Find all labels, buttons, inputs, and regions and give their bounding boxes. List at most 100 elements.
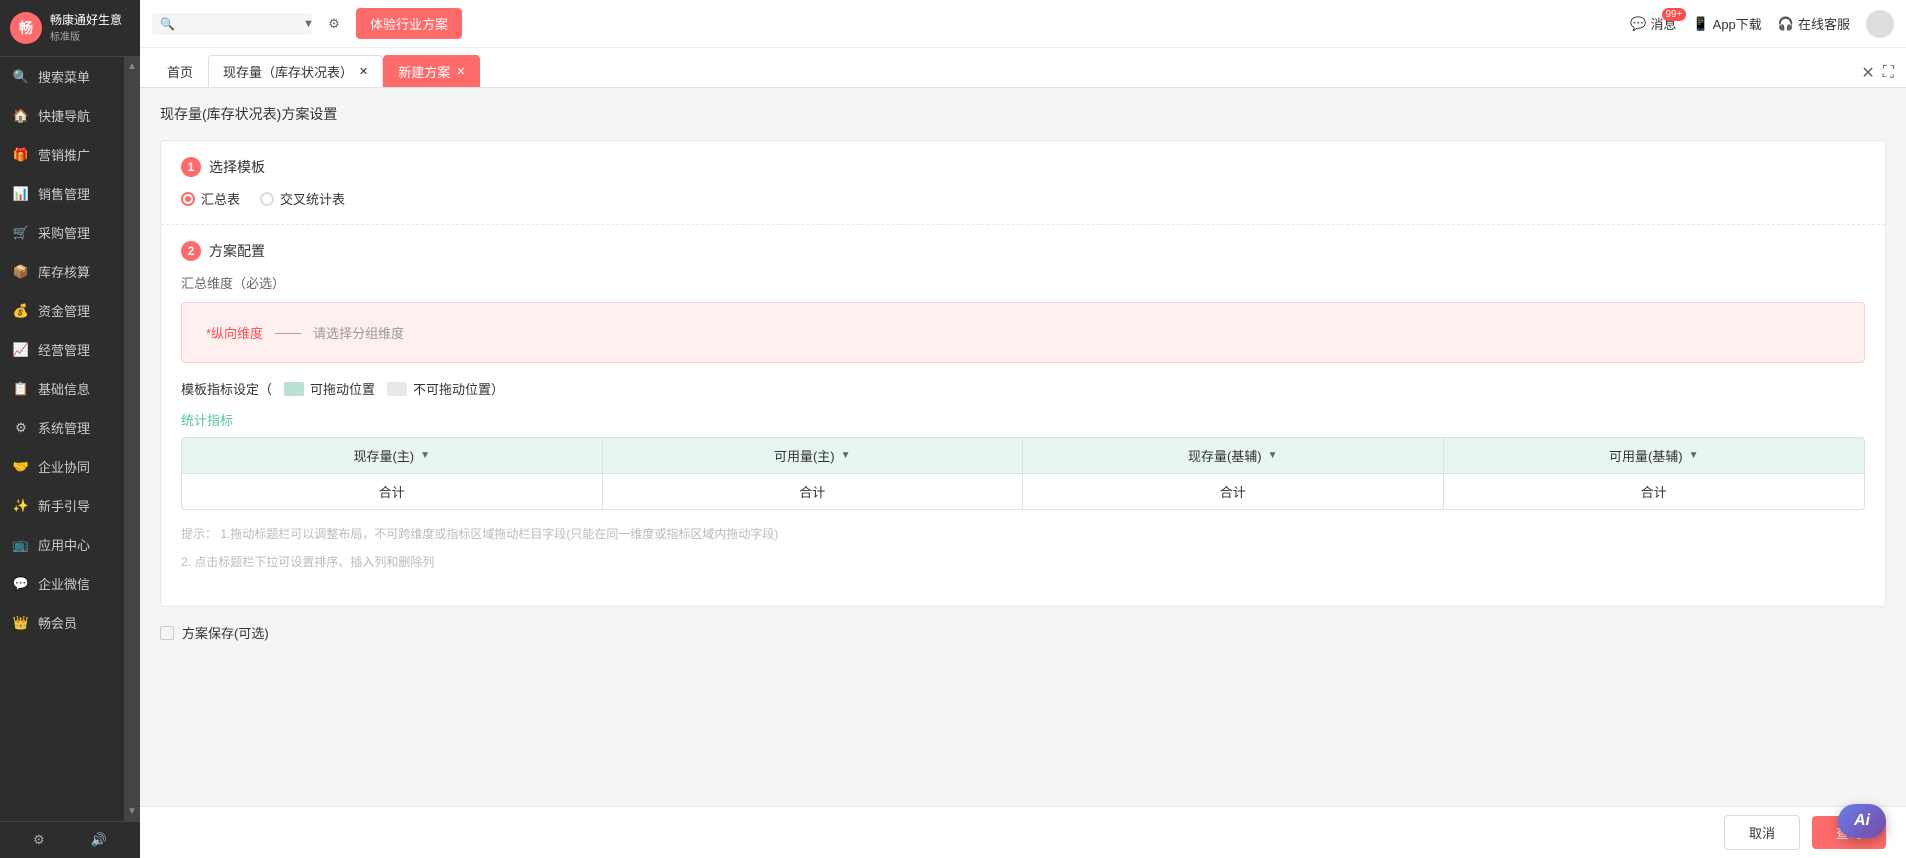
main-container: 🔍 ▼ ⚙ 体验行业方案 💬 消息 99+ 📱 App下载 🎧 在线客服: [140, 0, 1906, 858]
app-download-button[interactable]: 📱 App下载: [1692, 14, 1761, 33]
settings-icon[interactable]: ⚙: [33, 832, 45, 848]
sidebar-label-wechat: 企业微信: [38, 574, 90, 593]
search-dropdown-arrow[interactable]: ▼: [303, 18, 314, 30]
col-header-0: 现存量(主) ▼: [182, 438, 603, 473]
fixed-legend-box: [387, 382, 407, 396]
settings-button[interactable]: ⚙: [320, 10, 348, 38]
topbar: 🔍 ▼ ⚙ 体验行业方案 💬 消息 99+ 📱 App下载 🎧 在线客服: [140, 0, 1906, 48]
phone-icon: 📱: [1692, 16, 1708, 32]
dimension-area[interactable]: *纵向维度 —— 请选择分组维度: [181, 302, 1865, 363]
sidebar-nav: 🔍 搜索菜单 🏠 快捷导航 🎁 营销推广 📊 销售管理 🛒 采购管理 📦: [0, 57, 124, 821]
sidebar-item-wechat[interactable]: 💬 企业微信: [0, 564, 124, 603]
col-header-2: 现存量(基辅) ▼: [1023, 438, 1444, 473]
user-avatar[interactable]: [1866, 10, 1894, 38]
sidebar-label-appcenter: 应用中心: [38, 535, 90, 554]
stats-columns-header: 现存量(主) ▼ 可用量(主) ▼ 现存量(基辅) ▼ 可用量(基辅): [182, 438, 1864, 473]
stats-table: 现存量(主) ▼ 可用量(主) ▼ 现存量(基辅) ▼ 可用量(基辅): [181, 437, 1865, 510]
legend-fixed: 不可拖动位置）: [387, 379, 504, 398]
col-dropdown-0[interactable]: ▼: [420, 450, 430, 461]
sidebar-item-collab[interactable]: 🤝 企业协同: [0, 447, 124, 486]
dimension-divider: ——: [275, 325, 301, 340]
legend-draggable: 可拖动位置: [284, 379, 375, 398]
step1-header: 1 选择模板: [181, 157, 1865, 177]
cancel-button[interactable]: 取消: [1724, 815, 1800, 850]
sidebar-item-member[interactable]: 👑 畅会员: [0, 603, 124, 642]
sidebar-item-purchase[interactable]: 🛒 采购管理: [0, 213, 124, 252]
sidebar-footer: ⚙ 🔊: [0, 821, 140, 858]
sidebar-label-nav: 快捷导航: [38, 106, 90, 125]
sidebar-item-marketing[interactable]: 🎁 营销推广: [0, 135, 124, 174]
sidebar-item-finance[interactable]: 💰 资金管理: [0, 291, 124, 330]
cart-icon: 🛒: [12, 224, 30, 242]
cell-0-2: 合计: [1023, 474, 1444, 509]
col-label-0: 现存量(主): [353, 446, 414, 465]
col-label-1: 可用量(主): [774, 446, 835, 465]
trial-button[interactable]: 体验行业方案: [356, 8, 462, 39]
online-service-button[interactable]: 🎧 在线客服: [1778, 14, 1850, 33]
tab-new-plan[interactable]: 新建方案 ✕: [383, 55, 480, 87]
radio-summary[interactable]: [181, 192, 195, 206]
col-label-3: 可用量(基辅): [1609, 446, 1683, 465]
sidebar-label-collab: 企业协同: [38, 457, 90, 476]
stats-header: 统计指标: [181, 410, 1865, 429]
option-summary[interactable]: 汇总表: [181, 189, 240, 208]
page-title: 现存量(库存状况表)方案设置: [160, 104, 1886, 124]
scroll-down-arrow[interactable]: ▼: [127, 806, 137, 817]
tv-icon: 📺: [12, 536, 30, 554]
col-dropdown-1[interactable]: ▼: [841, 450, 851, 461]
cell-0-3: 合计: [1444, 474, 1865, 509]
sidebar-item-basic[interactable]: 📋 基础信息: [0, 369, 124, 408]
tab-home-label: 首页: [167, 62, 193, 81]
sidebar-item-guide[interactable]: ✨ 新手引导: [0, 486, 124, 525]
scroll-up-arrow[interactable]: ▲: [127, 61, 137, 72]
fixed-legend-label: 不可拖动位置）: [413, 379, 504, 398]
sidebar-label-inventory: 库存核算: [38, 262, 90, 281]
sidebar: 畅 畅康通好生意 标准版 🔍 搜索菜单 🏠 快捷导航 🎁 营销推广 📊 销售管理: [0, 0, 140, 858]
ai-float-button[interactable]: Ai: [1838, 804, 1886, 838]
sidebar-item-operations[interactable]: 📈 经营管理: [0, 330, 124, 369]
save-option: 方案保存(可选): [160, 623, 1886, 642]
step1-section: 1 选择模板 汇总表 交叉统计表: [161, 141, 1885, 225]
col-dropdown-2[interactable]: ▼: [1268, 450, 1278, 461]
sidebar-item-appcenter[interactable]: 📺 应用中心: [0, 525, 124, 564]
sidebar-scrollbar: ▲ ▼: [124, 57, 140, 821]
tip-1: 2. 点击标题栏下拉可设置排序、插入列和删除列: [181, 550, 1865, 574]
sidebar-item-sales[interactable]: 📊 销售管理: [0, 174, 124, 213]
tab-inventory-close[interactable]: ✕: [359, 65, 368, 78]
option-cross[interactable]: 交叉统计表: [260, 189, 345, 208]
chat-icon: 💬: [12, 575, 30, 593]
expand-window-button[interactable]: ⛶: [1883, 64, 1894, 82]
tab-new-plan-close[interactable]: ✕: [456, 65, 465, 78]
sidebar-item-search[interactable]: 🔍 搜索菜单: [0, 57, 124, 96]
col-dropdown-3[interactable]: ▼: [1689, 450, 1699, 461]
trending-icon: 📈: [12, 341, 30, 359]
volume-icon[interactable]: 🔊: [91, 832, 107, 848]
sidebar-label-system: 系统管理: [38, 418, 90, 437]
sidebar-item-inventory[interactable]: 📦 库存核算: [0, 252, 124, 291]
sidebar-label-purchase: 采购管理: [38, 223, 90, 242]
star-icon: ✨: [12, 497, 30, 515]
sidebar-label-guide: 新手引导: [38, 496, 90, 515]
search-input[interactable]: [179, 17, 299, 31]
message-button[interactable]: 💬 消息 99+: [1630, 14, 1676, 33]
search-box[interactable]: 🔍 ▼: [152, 13, 312, 35]
bottom-bar: 取消 查询: [140, 806, 1906, 858]
save-option-label: 方案保存(可选): [182, 623, 269, 642]
tab-new-plan-label: 新建方案: [398, 62, 450, 81]
gear-icon: ⚙: [12, 419, 30, 437]
sidebar-logo: 畅: [10, 12, 42, 44]
sidebar-item-nav[interactable]: 🏠 快捷导航: [0, 96, 124, 135]
tip-0: 提示： 1.拖动标题栏可以调整布局，不可跨维度或指标区域拖动栏目字段(只能在同一…: [181, 522, 1865, 546]
tab-inventory[interactable]: 现存量（库存状况表） ✕: [208, 55, 383, 87]
close-window-button[interactable]: ✕: [1861, 63, 1874, 83]
tab-home[interactable]: 首页: [152, 55, 208, 87]
save-checkbox[interactable]: [160, 626, 174, 640]
radio-cross[interactable]: [260, 192, 274, 206]
col-header-1: 可用量(主) ▼: [603, 438, 1024, 473]
dimension-placeholder: 请选择分组维度: [313, 323, 404, 342]
vertical-required-label: *纵向维度: [206, 323, 263, 342]
sidebar-item-system[interactable]: ⚙ 系统管理: [0, 408, 124, 447]
sidebar-label-search: 搜索菜单: [38, 67, 90, 86]
app-name: 畅康通好生意: [50, 13, 122, 29]
search-icon: 🔍: [160, 17, 175, 31]
